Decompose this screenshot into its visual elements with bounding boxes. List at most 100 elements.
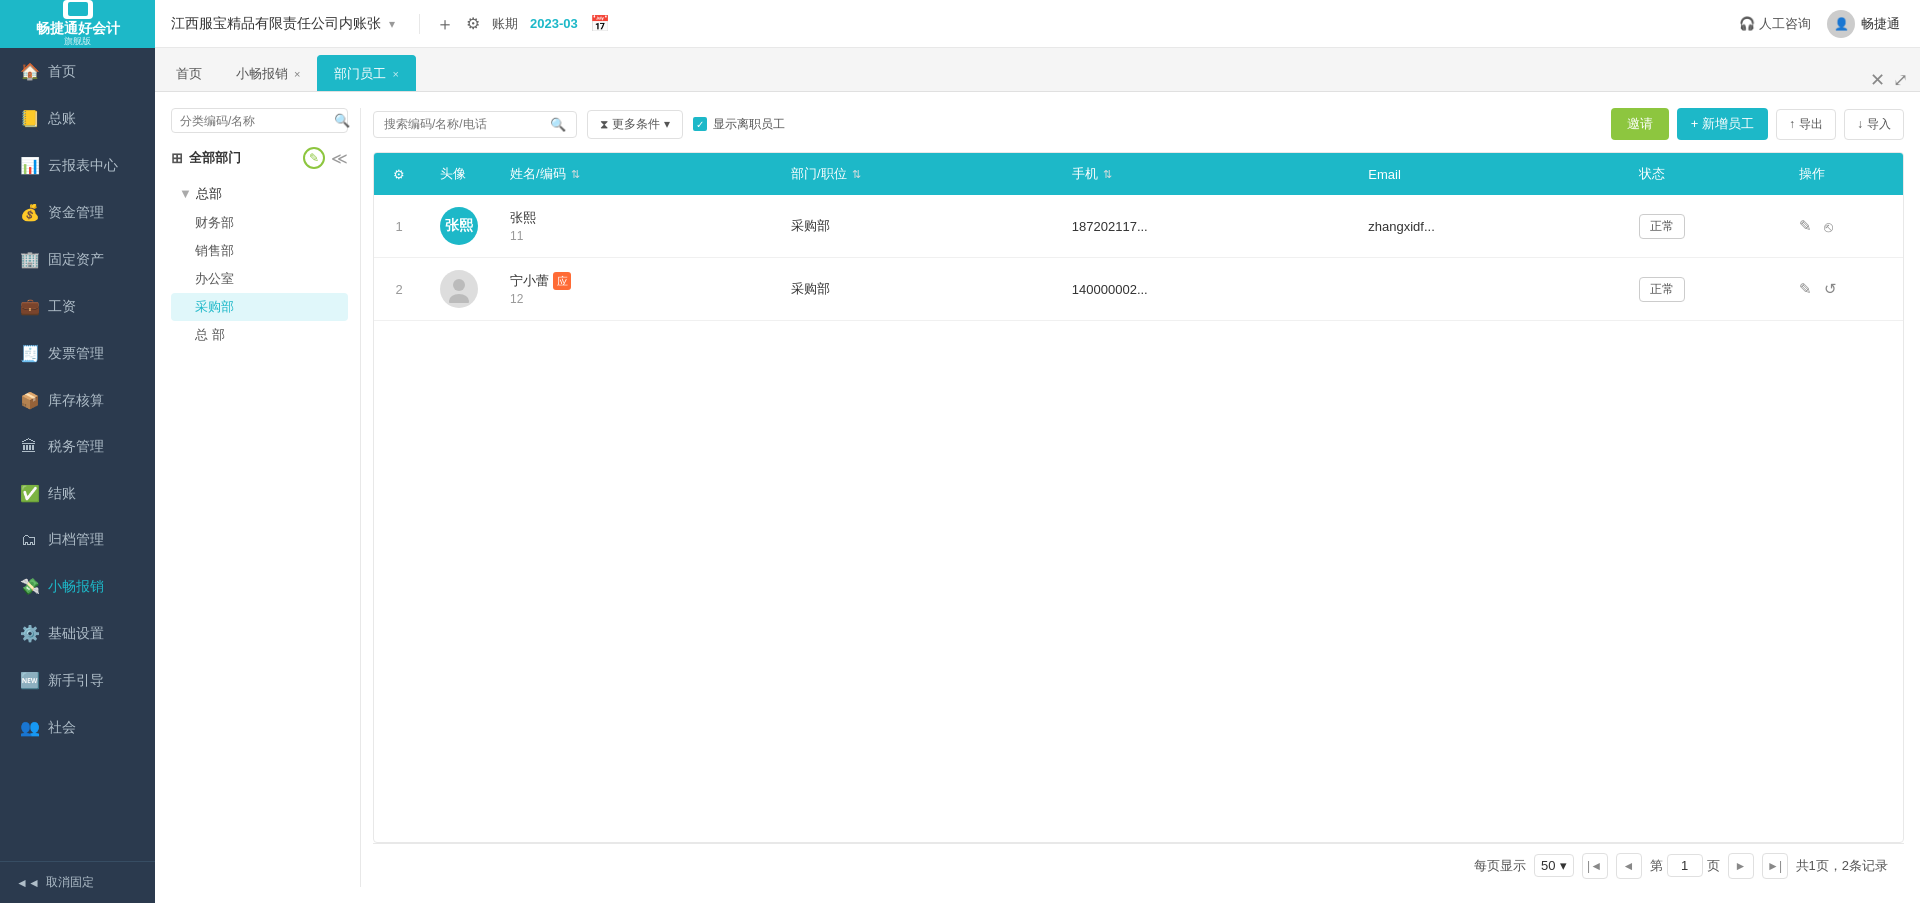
sidebar-item-payroll[interactable]: 💼 工资	[0, 283, 155, 330]
import-button[interactable]: ↓ 导入	[1844, 109, 1904, 140]
page-next-button[interactable]: ►	[1728, 853, 1754, 879]
company-selector[interactable]: 江西服宝精品有限责任公司内账张 ▾	[155, 15, 411, 33]
sidebar-item-expense[interactable]: 💸 小畅报销	[0, 563, 155, 610]
cell-status-0: 正常	[1623, 195, 1783, 258]
show-resigned-checkbox[interactable]: ✓	[693, 117, 707, 131]
show-resigned-toggle[interactable]: ✓ 显示离职员工	[693, 116, 785, 133]
user-area[interactable]: 👤 畅捷通	[1827, 10, 1900, 38]
sidebar-item-guide[interactable]: 🆕 新手引导	[0, 657, 155, 704]
archive-icon: 🗂	[20, 531, 38, 549]
assets-icon: 🏢	[20, 250, 38, 269]
page-content: 🔍 ⊞ 全部部门 ✎ ≪ ▼总部 财务部	[155, 92, 1920, 903]
support-button[interactable]: 🎧 人工咨询	[1739, 15, 1811, 33]
export-icon: ↑	[1789, 117, 1795, 131]
dept-node-sales[interactable]: 销售部	[171, 237, 348, 265]
tab-department-label: 部门员工	[334, 65, 386, 83]
col-name[interactable]: 姓名/编码 ⇅	[494, 153, 775, 195]
col-phone[interactable]: 手机 ⇅	[1056, 153, 1353, 195]
col-dept[interactable]: 部门/职位 ⇅	[775, 153, 1056, 195]
sidebar-label-home: 首页	[48, 63, 76, 81]
tab-department[interactable]: 部门员工 ×	[317, 55, 415, 91]
col-status: 状态	[1623, 153, 1783, 195]
logout-icon-0[interactable]: ⎋	[1824, 218, 1833, 235]
page-total: 共1页，2条记录	[1796, 857, 1888, 875]
header-divider	[419, 14, 420, 34]
employee-search-box[interactable]: 🔍	[373, 111, 577, 138]
dept-collapse-icon[interactable]: ≪	[331, 149, 348, 168]
social-icon: 👥	[20, 718, 38, 737]
cell-phone-0: 187202117...	[1056, 195, 1353, 258]
dept-search-input[interactable]	[180, 114, 330, 128]
tab-home[interactable]: 首页	[159, 55, 219, 91]
unpin-button[interactable]: ◄◄ 取消固定	[0, 861, 155, 903]
sidebar-item-archive[interactable]: 🗂 归档管理	[0, 517, 155, 563]
sidebar: 🏠 首页 📒 总账 📊 云报表中心 💰 资金管理 🏢 固定资产 💼 工资 🧾 发…	[0, 48, 155, 903]
tab-expense-close[interactable]: ×	[294, 68, 300, 80]
dept-node-purchasing[interactable]: 采购部	[171, 293, 348, 321]
sidebar-label-tax: 税务管理	[48, 438, 104, 456]
cell-dept-0: 采购部	[775, 195, 1056, 258]
inventory-icon: 📦	[20, 391, 38, 410]
tab-close-all-icon[interactable]: ✕	[1870, 69, 1885, 91]
home-icon: 🏠	[20, 62, 38, 81]
expense-icon: 💸	[20, 577, 38, 596]
sidebar-item-social[interactable]: 👥 社会	[0, 704, 155, 751]
page-size-select[interactable]: 50 ▾	[1534, 854, 1573, 877]
page-prev-button[interactable]: ◄	[1616, 853, 1642, 879]
import-label: 导入	[1867, 116, 1891, 133]
edit-icon-1[interactable]: ✎	[1799, 280, 1812, 298]
sidebar-item-reports[interactable]: 📊 云报表中心	[0, 142, 155, 189]
page-last-button[interactable]: ►|	[1762, 853, 1788, 879]
dept-search-icon[interactable]: 🔍	[334, 113, 350, 128]
dept-edit-icon[interactable]: ✎	[303, 147, 325, 169]
user-name: 畅捷通	[1861, 15, 1900, 33]
invite-button[interactable]: 邀请	[1611, 108, 1669, 140]
employee-search-input[interactable]	[384, 117, 544, 131]
sidebar-item-finance[interactable]: 💰 资金管理	[0, 189, 155, 236]
dept-node-general[interactable]: 总 部	[171, 321, 348, 349]
logo-area: 畅捷通好会计 旗舰版	[0, 0, 155, 48]
dept-search-box[interactable]: 🔍	[171, 108, 348, 133]
tab-maximize-icon[interactable]: ⤢	[1893, 69, 1908, 91]
add-tab-icon[interactable]: ＋	[436, 12, 454, 36]
calendar-icon[interactable]: 📅	[590, 14, 610, 33]
col-settings[interactable]: ⚙	[374, 153, 424, 195]
dept-node-finance[interactable]: 财务部	[171, 209, 348, 237]
tab-expense[interactable]: 小畅报销 ×	[219, 55, 317, 91]
sidebar-label-expense: 小畅报销	[48, 578, 104, 596]
toolbar-right: 邀请 + 新增员工 ↑ 导出 ↓ 导入	[1611, 108, 1904, 140]
dept-grid-icon: ⊞	[171, 150, 183, 166]
filter-button[interactable]: ⧗ 更多条件 ▾	[587, 110, 683, 139]
payroll-icon: 💼	[20, 297, 38, 316]
tab-bar-actions: ✕ ⤢	[1870, 69, 1920, 91]
dept-node-parent-zongbu[interactable]: ▼总部	[171, 179, 348, 209]
page-number-input[interactable]	[1667, 854, 1703, 877]
edit-icon-0[interactable]: ✎	[1799, 217, 1812, 235]
finance-icon: 💰	[20, 203, 38, 222]
export-label: 导出	[1799, 116, 1823, 133]
col-actions: 操作	[1783, 153, 1903, 195]
settings-icon[interactable]: ⚙	[466, 14, 480, 33]
dept-node-office[interactable]: 办公室	[171, 265, 348, 293]
all-dept-label[interactable]: ⊞ 全部部门	[171, 149, 241, 167]
add-employee-button[interactable]: + 新增员工	[1677, 108, 1768, 140]
filter-icon: ⧗	[600, 117, 608, 131]
employee-search-icon[interactable]: 🔍	[550, 117, 566, 132]
sidebar-item-assets[interactable]: 🏢 固定资产	[0, 236, 155, 283]
sidebar-item-home[interactable]: 🏠 首页	[0, 48, 155, 95]
sidebar-item-ledger[interactable]: 📒 总账	[0, 95, 155, 142]
page-first-button[interactable]: |◄	[1582, 853, 1608, 879]
tab-department-close[interactable]: ×	[392, 68, 398, 80]
export-button[interactable]: ↑ 导出	[1776, 109, 1836, 140]
sidebar-item-tax[interactable]: 🏛 税务管理	[0, 424, 155, 470]
cell-avatar-0: 张熙	[424, 195, 494, 258]
all-dept-text: 全部部门	[189, 149, 241, 167]
sidebar-item-settlement[interactable]: ✅ 结账	[0, 470, 155, 517]
sidebar-item-settings[interactable]: ⚙️ 基础设置	[0, 610, 155, 657]
sidebar-item-inventory[interactable]: 📦 库存核算	[0, 377, 155, 424]
import-icon: ↓	[1857, 117, 1863, 131]
sidebar-item-invoice[interactable]: 🧾 发票管理	[0, 330, 155, 377]
filter-label: 更多条件	[612, 116, 660, 133]
refresh-icon-1[interactable]: ↺	[1824, 280, 1837, 298]
tab-home-label: 首页	[176, 65, 202, 83]
